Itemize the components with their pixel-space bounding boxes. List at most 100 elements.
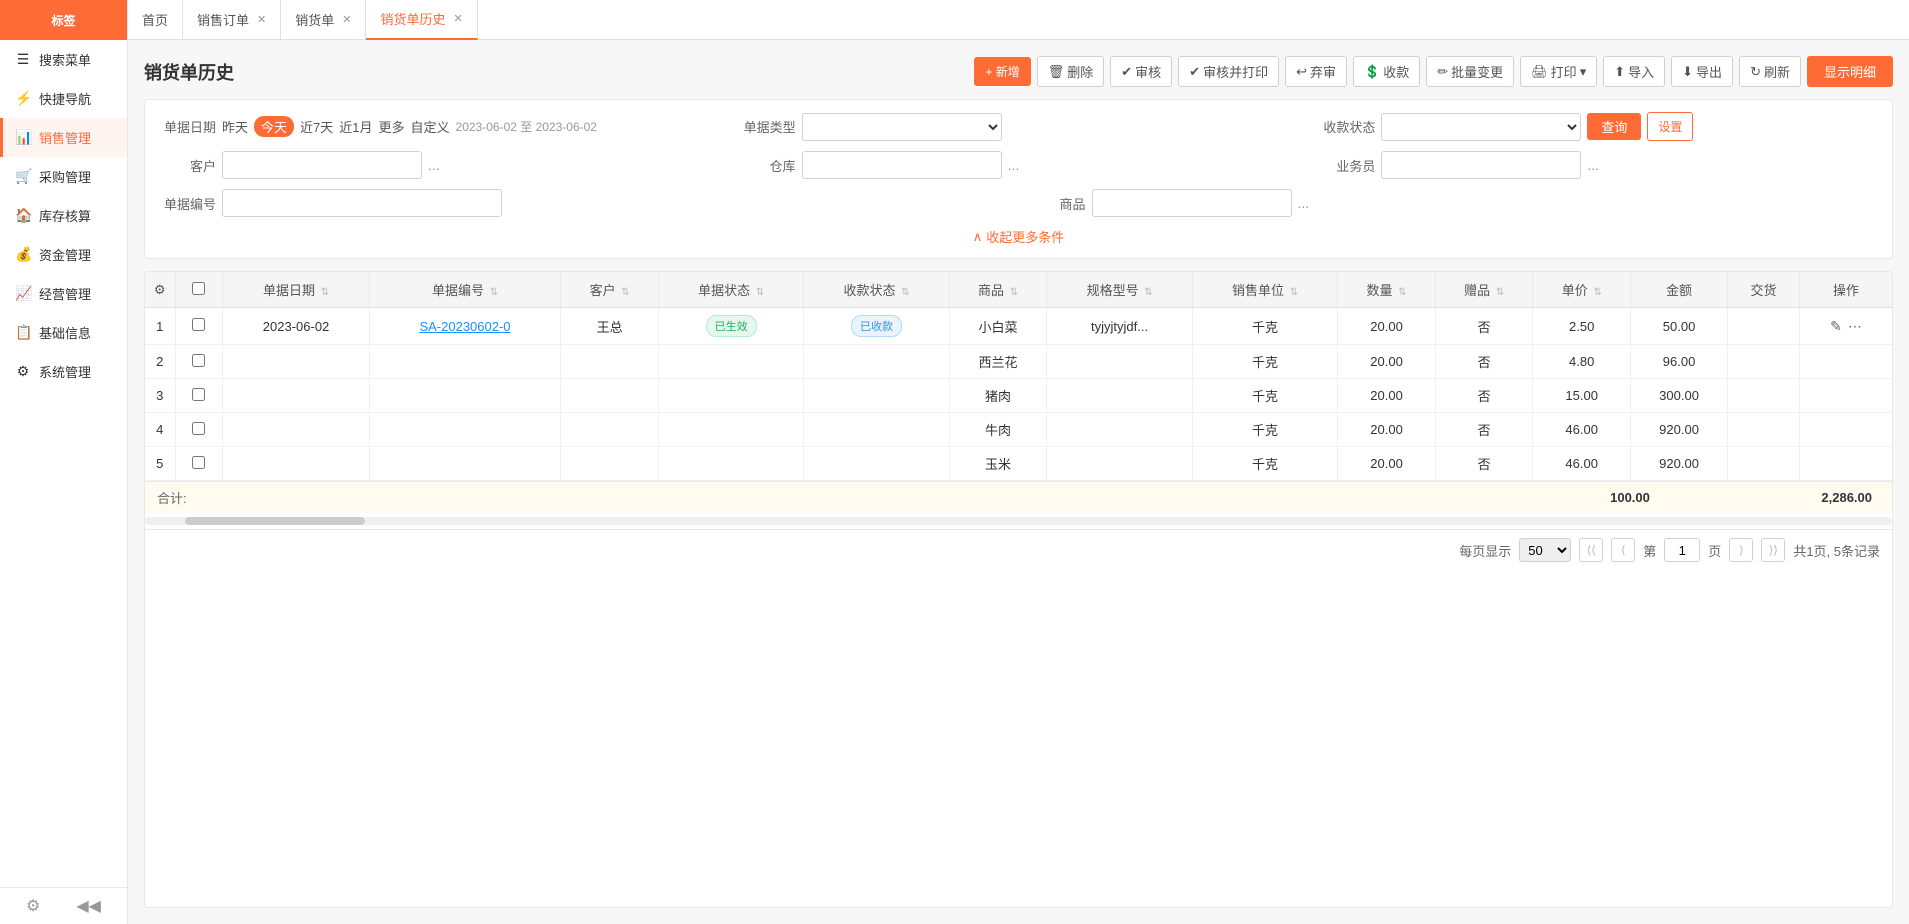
customer-input[interactable] [222,151,422,179]
shortcut-more[interactable]: 更多 [379,117,405,136]
filter-settings-button[interactable]: 设置 [1647,112,1693,141]
doctype-select[interactable] [802,113,1002,141]
cell-doc-num[interactable]: SA-20230602-0 [369,308,561,345]
shortcut-today[interactable]: 今天 [254,116,294,137]
cell-action[interactable] [1799,447,1892,481]
col-unit[interactable]: 销售单位 ⇅ [1192,272,1337,308]
collect-button[interactable]: 💲 收款 [1353,56,1420,87]
row-checkbox[interactable] [192,422,205,435]
col-doc-num[interactable]: 单据编号 ⇅ [369,272,561,308]
salesperson-input[interactable] [1381,151,1581,179]
cell-doc-num[interactable] [369,413,561,447]
sidebar-item-sysmgmt[interactable]: ⚙ 系统管理 [0,352,127,391]
cell-checkbox[interactable] [175,447,223,481]
col-doc-status[interactable]: 单据状态 ⇅ [658,272,803,308]
scrollbar-thumb[interactable] [185,517,365,525]
warehouse-input[interactable] [802,151,1002,179]
cell-checkbox[interactable] [175,308,223,345]
cell-checkbox[interactable] [175,379,223,413]
col-gear[interactable]: ⚙ [145,272,175,308]
sidebar-item-operations[interactable]: 📈 经营管理 [0,274,127,313]
col-price[interactable]: 单价 ⇅ [1533,272,1631,308]
col-customer[interactable]: 客户 ⇅ [561,272,659,308]
import-button[interactable]: ⬆ 导入 [1603,56,1665,87]
row-checkbox[interactable] [192,456,205,469]
query-button[interactable]: 查询 [1587,113,1641,140]
col-checkbox[interactable] [175,272,223,308]
abandon-button[interactable]: ↩ 弃审 [1285,56,1347,87]
cell-qty: 20.00 [1338,413,1436,447]
print-button[interactable]: 🖨 打印 ▾ [1520,56,1597,87]
cell-doc-num[interactable] [369,345,561,379]
sidebar-bottom: ⚙ ◀◀ [0,887,127,924]
tab-sales-history-close[interactable]: ✕ [454,12,463,25]
customer-ellipsis[interactable]: ... [428,157,440,173]
col-gift[interactable]: 赠品 ⇅ [1435,272,1533,308]
shortcut-7days[interactable]: 近7天 [300,117,333,136]
horizontal-scrollbar[interactable] [145,517,1892,525]
col-product[interactable]: 商品 ⇅ [949,272,1047,308]
cell-checkbox[interactable] [175,413,223,447]
sidebar-item-baseinfo[interactable]: 📋 基础信息 [0,313,127,352]
row-checkbox[interactable] [192,388,205,401]
first-page-button[interactable]: ⟨⟨ [1579,538,1603,562]
tab-sales-history[interactable]: 销货单历史 ✕ [366,0,477,40]
product-ellipsis[interactable]: ... [1298,195,1310,211]
refresh-button[interactable]: ↻ 刷新 [1739,56,1801,87]
page-label: 页 [1708,541,1721,560]
cell-doc-num[interactable] [369,379,561,413]
tab-sales-history-label: 销货单历史 [380,9,445,28]
tab-sales-delivery-close[interactable]: ✕ [342,13,351,26]
show-detail-button[interactable]: 显示明细 [1807,56,1893,87]
page-size-select[interactable]: 50 100 200 [1519,538,1571,562]
tab-sales-order[interactable]: 销售订单 ✕ [183,0,281,40]
edit-icon[interactable]: ✎ [1830,318,1842,334]
col-qty[interactable]: 数量 ⇅ [1338,272,1436,308]
prev-page-button[interactable]: ⟨ [1611,538,1635,562]
tab-sales-delivery[interactable]: 销货单 ✕ [281,0,366,40]
sidebar-item-sales[interactable]: 📊 销售管理 [0,118,127,157]
product-input[interactable] [1092,189,1292,217]
next-page-button[interactable]: ⟩ [1729,538,1753,562]
collapse-button[interactable]: ∧ 收起更多条件 [161,227,1876,246]
select-all-checkbox[interactable] [192,282,205,295]
delete-button[interactable]: 🗑 删除 [1037,56,1105,87]
cell-action[interactable] [1799,413,1892,447]
batch-change-button[interactable]: ✏ 批量变更 [1426,56,1514,87]
cell-action[interactable] [1799,345,1892,379]
row-checkbox[interactable] [192,354,205,367]
warehouse-ellipsis[interactable]: ... [1008,157,1020,173]
shortcut-yesterday[interactable]: 昨天 [222,117,248,136]
collectstatus-select[interactable] [1381,113,1581,141]
col-collect-status[interactable]: 收款状态 ⇅ [804,272,949,308]
sidebar-settings-icon[interactable]: ⚙ [26,896,40,916]
salesperson-ellipsis[interactable]: ... [1587,157,1599,173]
page-number-input[interactable] [1664,538,1700,562]
col-doc-date[interactable]: 单据日期 ⇅ [223,272,369,308]
last-page-button[interactable]: ⟩⟩ [1761,538,1785,562]
cell-doc-num[interactable] [369,447,561,481]
tab-sales-order-close[interactable]: ✕ [257,13,266,26]
sidebar-item-quick-nav[interactable]: ⚡ 快捷导航 [0,79,127,118]
row-checkbox[interactable] [192,318,205,331]
review-button[interactable]: ✔ 审核 [1110,56,1172,87]
shortcut-custom[interactable]: 自定义 [411,117,450,136]
export-button[interactable]: ⬇ 导出 [1671,56,1733,87]
docnum-input[interactable] [222,189,502,217]
new-button[interactable]: + 新增 [974,57,1030,86]
col-spec[interactable]: 规格型号 ⇅ [1047,272,1192,308]
tab-home[interactable]: 首页 [128,0,183,40]
content-area: 销货单历史 + 新增 🗑 删除 ✔ 审核 ✔ 审核并打印 ↩ 弃审 [128,40,1909,924]
sidebar-item-search-menu[interactable]: ☰ 搜索菜单 [0,40,127,79]
cell-action[interactable]: ✎⋯ [1799,308,1892,345]
sidebar-item-finance[interactable]: 💰 资金管理 [0,235,127,274]
sidebar-item-purchase[interactable]: 🛒 采购管理 [0,157,127,196]
doc-num-link[interactable]: SA-20230602-0 [419,319,510,334]
sidebar-item-inventory[interactable]: 🏠 库存核算 [0,196,127,235]
shortcut-1month[interactable]: 近1月 [339,117,372,136]
review-print-button[interactable]: ✔ 审核并打印 [1178,56,1279,87]
cell-checkbox[interactable] [175,345,223,379]
more-icon[interactable]: ⋯ [1848,318,1862,334]
sidebar-collapse-icon[interactable]: ◀◀ [76,896,101,916]
cell-action[interactable] [1799,379,1892,413]
